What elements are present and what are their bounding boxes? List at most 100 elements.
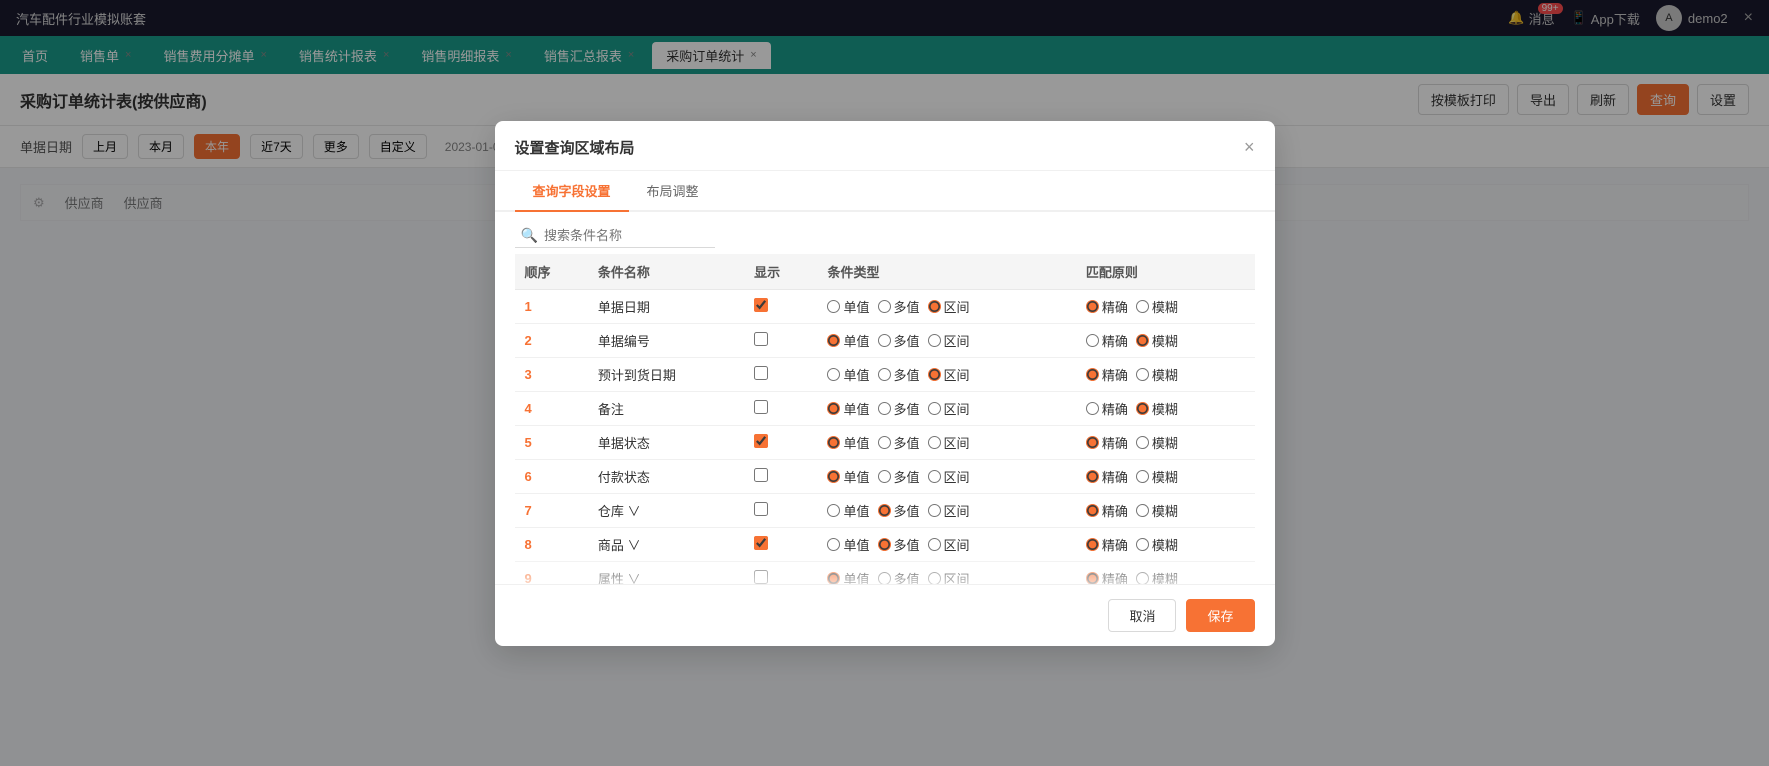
dialog-close-btn[interactable]: × [1244,137,1255,170]
row-name: 单据编号 [588,323,744,357]
radio-match-模糊[interactable]: 模糊 [1136,501,1178,520]
radio-match-模糊[interactable]: 模糊 [1136,433,1178,452]
conditions-table-wrap: 顺序 条件名称 显示 条件类型 匹配原则 1单据日期单值多值区间精确模糊2单据编… [515,254,1255,584]
radio-type-区间[interactable]: 区间 [928,535,970,554]
dialog-overlay: 设置查询区域布局 × 查询字段设置 布局调整 🔍 [0,0,1769,766]
radio-match-精确[interactable]: 精确 [1086,535,1128,554]
radio-match-精确[interactable]: 精确 [1086,297,1128,316]
row-cond-type: 单值多值区间 [817,357,1075,391]
row-match-type: 精确模糊 [1076,493,1255,527]
radio-type-单值[interactable]: 单值 [827,399,869,418]
radio-match-精确[interactable]: 精确 [1086,331,1128,350]
radio-type-单值[interactable]: 单值 [827,569,869,584]
radio-type-多值[interactable]: 多值 [878,569,920,584]
row-display-checkbox[interactable] [744,391,817,425]
radio-type-多值[interactable]: 多值 [878,535,920,554]
row-match-type: 精确模糊 [1076,527,1255,561]
radio-match-精确[interactable]: 精确 [1086,501,1128,520]
radio-type-多值[interactable]: 多值 [878,365,920,384]
row-display-checkbox[interactable] [744,357,817,391]
display-checkbox[interactable] [754,400,768,414]
settings-dialog: 设置查询区域布局 × 查询字段设置 布局调整 🔍 [495,121,1275,646]
radio-type-多值[interactable]: 多值 [878,331,920,350]
radio-match-模糊[interactable]: 模糊 [1136,467,1178,486]
row-match-type: 精确模糊 [1076,357,1255,391]
cancel-btn[interactable]: 取消 [1108,599,1176,632]
radio-type-单值[interactable]: 单值 [827,501,869,520]
radio-type-单值[interactable]: 单值 [827,535,869,554]
row-cond-type: 单值多值区间 [817,459,1075,493]
row-cond-type: 单值多值区间 [817,561,1075,584]
row-match-type: 精确模糊 [1076,459,1255,493]
table-row: 7仓库 ∨单值多值区间精确模糊 [515,493,1255,527]
radio-match-精确[interactable]: 精确 [1086,569,1128,584]
radio-match-精确[interactable]: 精确 [1086,433,1128,452]
radio-type-区间[interactable]: 区间 [928,467,970,486]
display-checkbox[interactable] [754,434,768,448]
radio-match-精确[interactable]: 精确 [1086,399,1128,418]
table-row: 2单据编号单值多值区间精确模糊 [515,323,1255,357]
radio-type-多值[interactable]: 多值 [878,297,920,316]
radio-type-单值[interactable]: 单值 [827,433,869,452]
radio-match-精确[interactable]: 精确 [1086,467,1128,486]
display-checkbox[interactable] [754,570,768,584]
row-name: 仓库 ∨ [588,493,744,527]
row-order: 4 [515,391,588,425]
radio-type-区间[interactable]: 区间 [928,433,970,452]
table-row: 5单据状态单值多值区间精确模糊 [515,425,1255,459]
row-cond-type: 单值多值区间 [817,391,1075,425]
radio-match-模糊[interactable]: 模糊 [1136,399,1178,418]
radio-type-单值[interactable]: 单值 [827,297,869,316]
save-btn[interactable]: 保存 [1186,599,1254,632]
display-checkbox[interactable] [754,468,768,482]
radio-match-模糊[interactable]: 模糊 [1136,365,1178,384]
radio-match-精确[interactable]: 精确 [1086,365,1128,384]
radio-type-多值[interactable]: 多值 [878,467,920,486]
tab-layout-adjust[interactable]: 布局调整 [629,171,717,212]
radio-type-多值[interactable]: 多值 [878,399,920,418]
radio-type-单值[interactable]: 单值 [827,331,869,350]
col-cond-type: 条件类型 [817,254,1075,290]
dialog-footer: 取消 保存 [495,584,1275,646]
search-input[interactable] [544,228,704,243]
row-name: 商品 ∨ [588,527,744,561]
row-display-checkbox[interactable] [744,323,817,357]
display-checkbox[interactable] [754,332,768,346]
radio-match-模糊[interactable]: 模糊 [1136,535,1178,554]
radio-type-多值[interactable]: 多值 [878,501,920,520]
radio-type-多值[interactable]: 多值 [878,433,920,452]
row-name: 预计到货日期 [588,357,744,391]
table-row: 6付款状态单值多值区间精确模糊 [515,459,1255,493]
row-display-checkbox[interactable] [744,459,817,493]
radio-type-区间[interactable]: 区间 [928,569,970,584]
row-display-checkbox[interactable] [744,289,817,323]
radio-match-模糊[interactable]: 模糊 [1136,297,1178,316]
row-order: 7 [515,493,588,527]
radio-match-模糊[interactable]: 模糊 [1136,569,1178,584]
row-display-checkbox[interactable] [744,425,817,459]
radio-type-区间[interactable]: 区间 [928,399,970,418]
radio-type-区间[interactable]: 区间 [928,365,970,384]
tab-query-field-settings[interactable]: 查询字段设置 [515,171,629,212]
display-checkbox[interactable] [754,536,768,550]
radio-type-区间[interactable]: 区间 [928,501,970,520]
radio-type-区间[interactable]: 区间 [928,297,970,316]
search-icon: 🔍 [521,227,538,244]
radio-type-单值[interactable]: 单值 [827,467,869,486]
row-cond-type: 单值多值区间 [817,493,1075,527]
display-checkbox[interactable] [754,502,768,516]
display-checkbox[interactable] [754,298,768,312]
row-display-checkbox[interactable] [744,527,817,561]
row-display-checkbox[interactable] [744,493,817,527]
conditions-table-container: 顺序 条件名称 显示 条件类型 匹配原则 1单据日期单值多值区间精确模糊2单据编… [495,254,1275,584]
tab-query-field-label: 查询字段设置 [533,184,611,199]
row-match-type: 精确模糊 [1076,425,1255,459]
col-order: 顺序 [515,254,588,290]
row-display-checkbox[interactable] [744,561,817,584]
radio-type-区间[interactable]: 区间 [928,331,970,350]
radio-match-模糊[interactable]: 模糊 [1136,331,1178,350]
row-match-type: 精确模糊 [1076,561,1255,584]
row-order: 9 [515,561,588,584]
display-checkbox[interactable] [754,366,768,380]
radio-type-单值[interactable]: 单值 [827,365,869,384]
